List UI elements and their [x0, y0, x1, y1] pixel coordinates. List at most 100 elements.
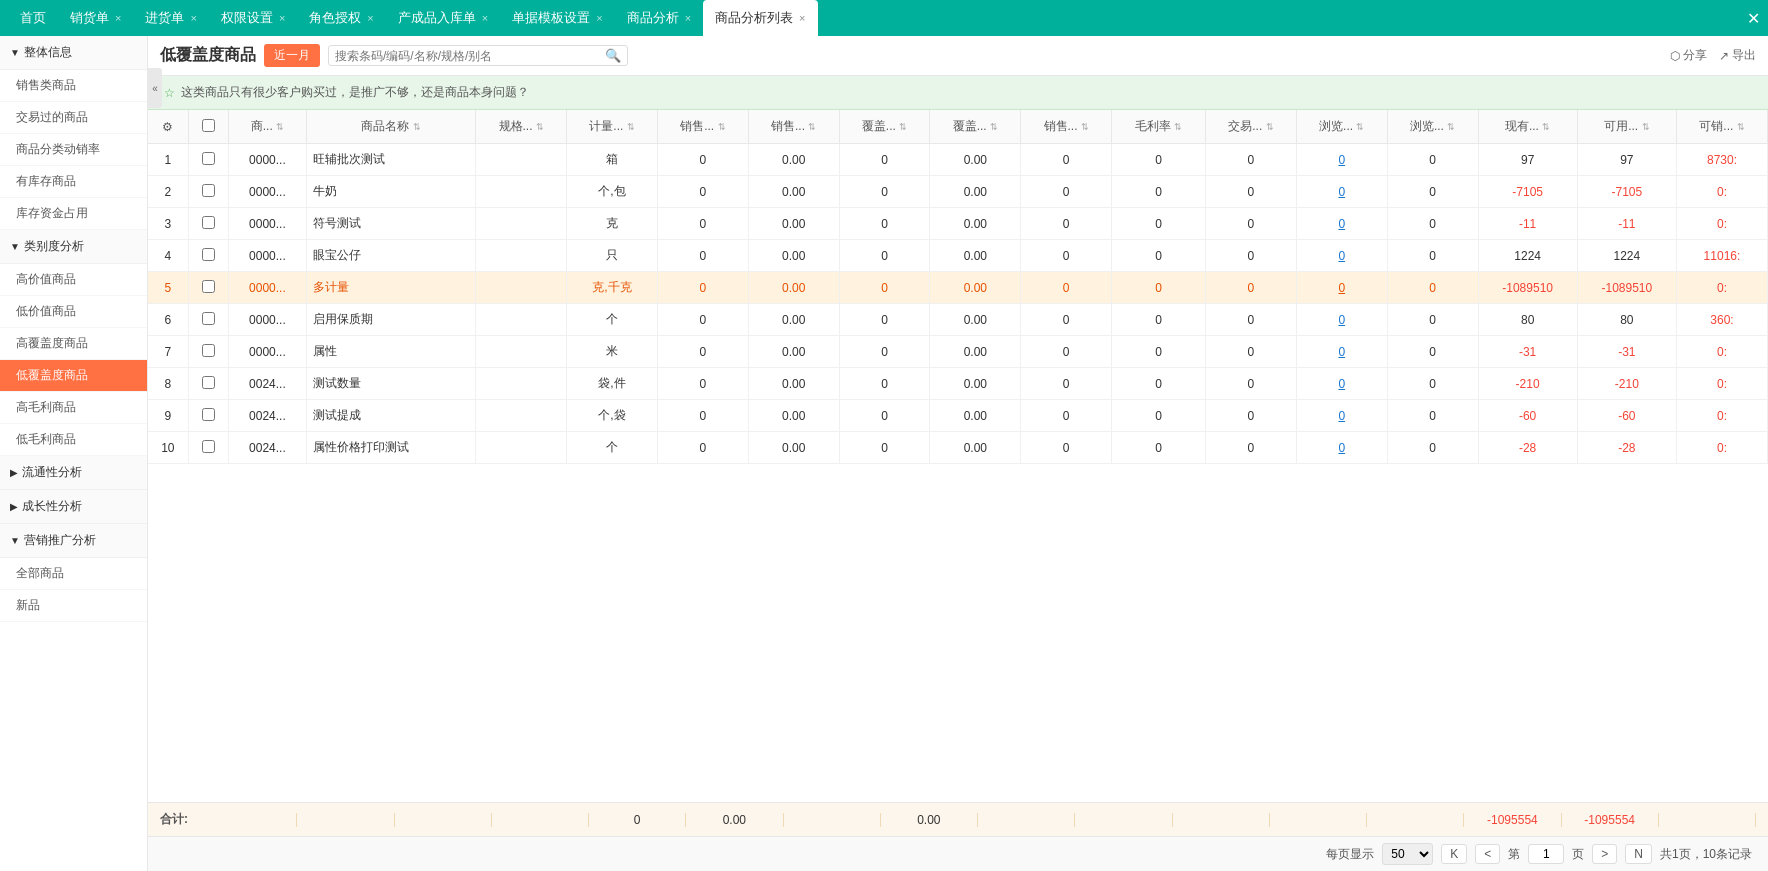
- sidebar-section-overall[interactable]: ▼ 整体信息: [0, 36, 147, 70]
- col-unit[interactable]: 计量... ⇅: [567, 110, 658, 144]
- col-stock-avail[interactable]: 可用... ⇅: [1577, 110, 1676, 144]
- sidebar-item-low-value[interactable]: 低价值商品: [0, 296, 147, 328]
- cell-view1[interactable]: 0: [1296, 176, 1387, 208]
- cell-view1[interactable]: 0: [1296, 272, 1387, 304]
- row-checkbox[interactable]: [202, 344, 215, 357]
- close-icon[interactable]: ×: [367, 12, 373, 24]
- cell-view1[interactable]: 0: [1296, 144, 1387, 176]
- col-coverage2[interactable]: 覆盖... ⇅: [930, 110, 1021, 144]
- cell-view1[interactable]: 0: [1296, 240, 1387, 272]
- sidebar-item-low-margin[interactable]: 低毛利商品: [0, 424, 147, 456]
- col-name[interactable]: 商品名称 ⇅: [306, 110, 476, 144]
- time-filter-button[interactable]: 近一月: [264, 44, 320, 67]
- nav-tab-permission[interactable]: 权限设置 ×: [209, 0, 297, 36]
- cell-view1[interactable]: 0: [1296, 368, 1387, 400]
- row-checkbox[interactable]: [202, 280, 215, 293]
- col-stock-cur[interactable]: 现有... ⇅: [1478, 110, 1577, 144]
- nav-tab-home[interactable]: 首页: [8, 0, 58, 36]
- nav-tab-product-in[interactable]: 产成品入库单 ×: [386, 0, 500, 36]
- col-spec[interactable]: 规格... ⇅: [476, 110, 567, 144]
- close-icon[interactable]: ×: [115, 12, 121, 24]
- data-table: ⚙ 商... ⇅ 商品名称 ⇅ 规格... ⇅ 计量... ⇅ 销售... ⇅ …: [148, 110, 1768, 464]
- cell-checkbox[interactable]: [188, 144, 228, 176]
- row-checkbox[interactable]: [202, 184, 215, 197]
- col-coverage1[interactable]: 覆盖... ⇅: [839, 110, 930, 144]
- cell-view1[interactable]: 0: [1296, 208, 1387, 240]
- sidebar-item-high-value[interactable]: 高价值商品: [0, 264, 147, 296]
- sidebar-section-coverage[interactable]: ▼ 类别度分析: [0, 230, 147, 264]
- col-sales-days[interactable]: 销售... ⇅: [1021, 110, 1112, 144]
- col-settings[interactable]: ⚙: [148, 110, 188, 144]
- cell-view1[interactable]: 0: [1296, 400, 1387, 432]
- sidebar-item-sales-goods[interactable]: 销售类商品: [0, 70, 147, 102]
- col-view2[interactable]: 浏览... ⇅: [1387, 110, 1478, 144]
- sidebar-item-high-margin[interactable]: 高毛利商品: [0, 392, 147, 424]
- cell-checkbox[interactable]: [188, 432, 228, 464]
- row-checkbox[interactable]: [202, 152, 215, 165]
- row-checkbox[interactable]: [202, 376, 215, 389]
- col-sku[interactable]: 商... ⇅: [229, 110, 306, 144]
- close-icon[interactable]: ×: [482, 12, 488, 24]
- sidebar-item-new-goods[interactable]: 新品: [0, 590, 147, 622]
- select-all-checkbox[interactable]: [202, 119, 215, 132]
- col-checkbox[interactable]: [188, 110, 228, 144]
- nav-tab-product-analysis[interactable]: 商品分析 ×: [615, 0, 703, 36]
- cell-checkbox[interactable]: [188, 304, 228, 336]
- cell-checkbox[interactable]: [188, 240, 228, 272]
- col-trans[interactable]: 交易... ⇅: [1206, 110, 1297, 144]
- cell-checkbox[interactable]: [188, 176, 228, 208]
- close-icon[interactable]: ×: [279, 12, 285, 24]
- cell-checkbox[interactable]: [188, 272, 228, 304]
- close-icon[interactable]: ×: [799, 12, 805, 24]
- nav-tab-purchase[interactable]: 进货单 ×: [133, 0, 208, 36]
- nav-tab-sales[interactable]: 销货单 ×: [58, 0, 133, 36]
- prev-page-button[interactable]: <: [1475, 844, 1500, 864]
- sidebar-item-category-rate[interactable]: 商品分类动销率: [0, 134, 147, 166]
- page-number-input[interactable]: [1528, 844, 1564, 864]
- sidebar-item-low-coverage[interactable]: 低覆盖度商品: [0, 360, 147, 392]
- close-icon[interactable]: ×: [190, 12, 196, 24]
- row-checkbox[interactable]: [202, 216, 215, 229]
- cell-view1[interactable]: 0: [1296, 432, 1387, 464]
- last-page-button[interactable]: N: [1625, 844, 1652, 864]
- cell-view1[interactable]: 0: [1296, 336, 1387, 368]
- search-input[interactable]: [335, 49, 605, 63]
- close-icon[interactable]: ×: [596, 12, 602, 24]
- col-stock-sale[interactable]: 可销... ⇅: [1676, 110, 1767, 144]
- row-checkbox[interactable]: [202, 440, 215, 453]
- col-sales-amt[interactable]: 销售... ⇅: [748, 110, 839, 144]
- cell-checkbox[interactable]: [188, 208, 228, 240]
- sidebar-item-stock-capital[interactable]: 库存资金占用: [0, 198, 147, 230]
- nav-tab-role[interactable]: 角色授权 ×: [297, 0, 385, 36]
- sidebar-item-high-coverage[interactable]: 高覆盖度商品: [0, 328, 147, 360]
- cell-checkbox[interactable]: [188, 336, 228, 368]
- cell-checkbox[interactable]: [188, 368, 228, 400]
- nav-tab-product-analysis-list[interactable]: 商品分析列表 ×: [703, 0, 817, 36]
- cell-view1[interactable]: 0: [1296, 304, 1387, 336]
- col-gross-rate[interactable]: 毛利率 ⇅: [1112, 110, 1206, 144]
- export-button[interactable]: ↗ 导出: [1719, 47, 1756, 64]
- first-page-button[interactable]: K: [1441, 844, 1467, 864]
- col-sales-qty[interactable]: 销售... ⇅: [657, 110, 748, 144]
- close-icon[interactable]: ×: [685, 12, 691, 24]
- table-container[interactable]: ⚙ 商... ⇅ 商品名称 ⇅ 规格... ⇅ 计量... ⇅ 销售... ⇅ …: [148, 110, 1768, 802]
- window-close-button[interactable]: ✕: [1747, 9, 1760, 28]
- sidebar-collapse-button[interactable]: «: [148, 68, 162, 108]
- sidebar-item-traded-goods[interactable]: 交易过的商品: [0, 102, 147, 134]
- sidebar-item-all-goods[interactable]: 全部商品: [0, 558, 147, 590]
- cell-checkbox[interactable]: [188, 400, 228, 432]
- row-checkbox[interactable]: [202, 408, 215, 421]
- sidebar-section-liquidity[interactable]: ▶ 流通性分析: [0, 456, 147, 490]
- nav-tab-template[interactable]: 单据模板设置 ×: [500, 0, 614, 36]
- row-checkbox[interactable]: [202, 312, 215, 325]
- sidebar-item-in-stock[interactable]: 有库存商品: [0, 166, 147, 198]
- settings-icon[interactable]: ⚙: [162, 120, 173, 134]
- sidebar-section-growth[interactable]: ▶ 成长性分析: [0, 490, 147, 524]
- next-page-button[interactable]: >: [1592, 844, 1617, 864]
- share-button[interactable]: ⬡ 分享: [1670, 47, 1707, 64]
- row-checkbox[interactable]: [202, 248, 215, 261]
- col-view1[interactable]: 浏览... ⇅: [1296, 110, 1387, 144]
- per-page-select[interactable]: 50 10 20 100: [1382, 843, 1433, 865]
- cell-sku: 0000...: [229, 304, 306, 336]
- sidebar-section-marketing[interactable]: ▼ 营销推广分析: [0, 524, 147, 558]
